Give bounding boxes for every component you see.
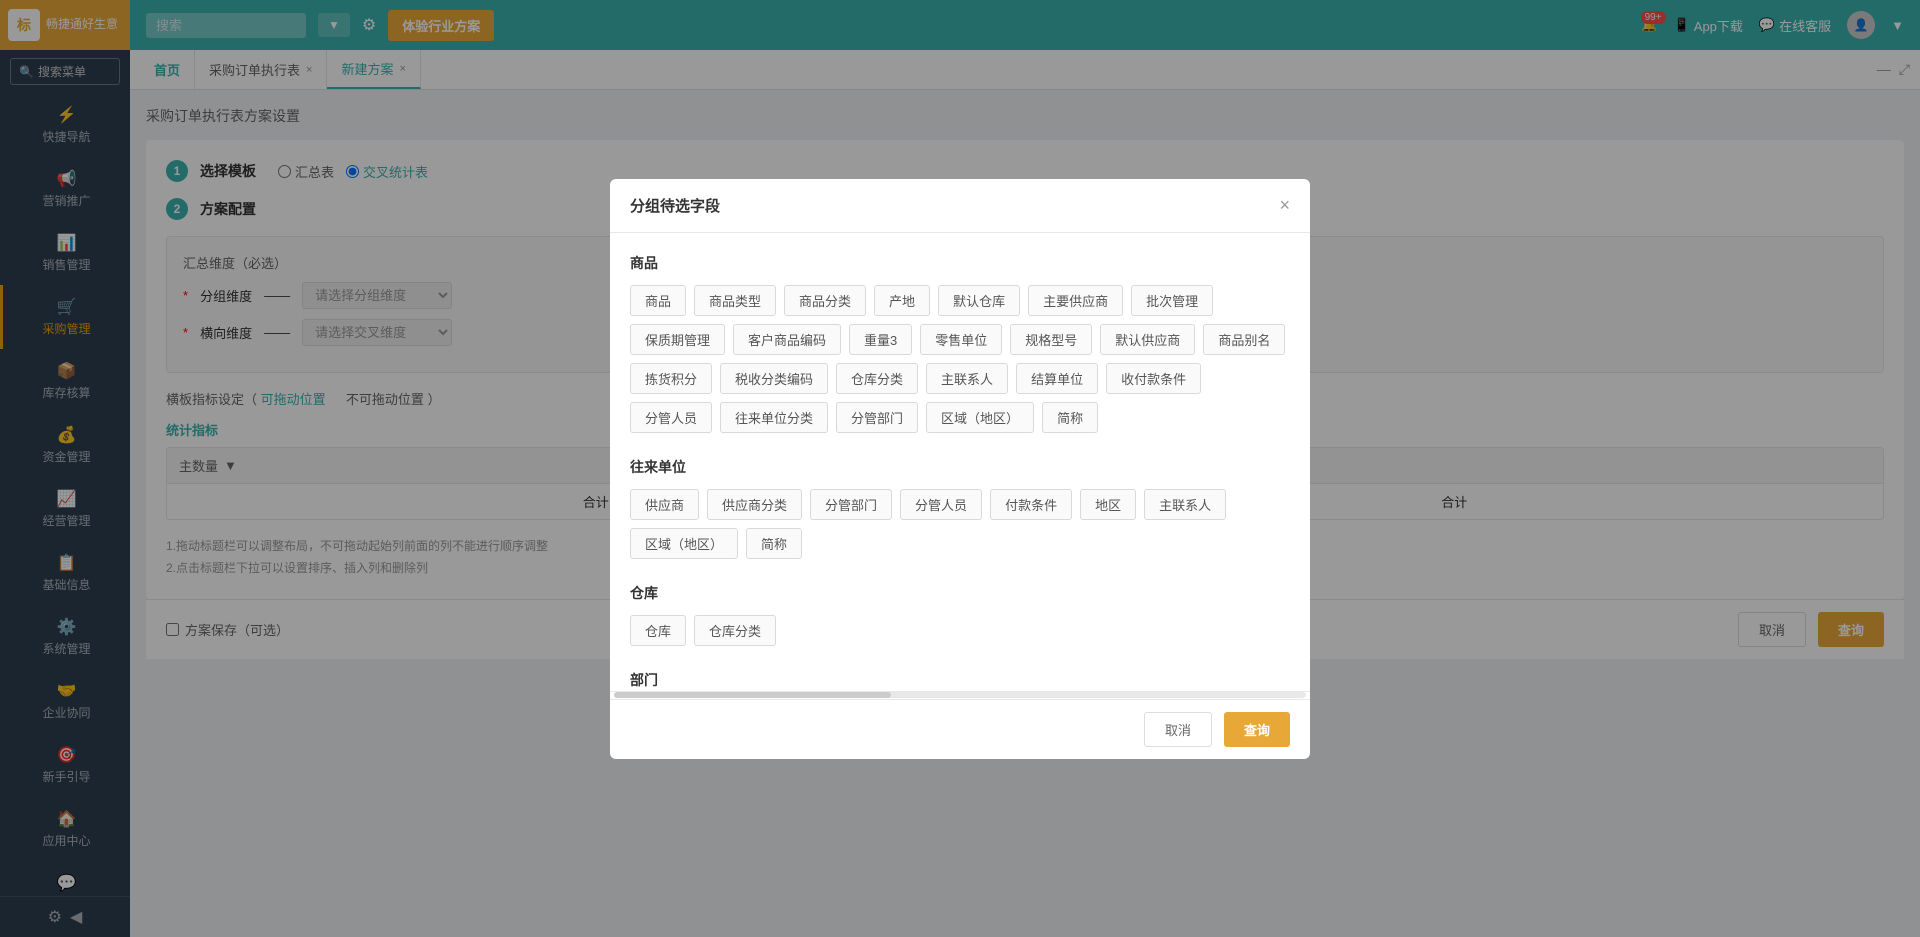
field-section-goods-title: 商品 bbox=[630, 253, 1290, 273]
field-tag-region2[interactable]: 地区 bbox=[1080, 489, 1136, 520]
field-tag-short-name[interactable]: 简称 bbox=[1042, 402, 1098, 433]
field-tag-supervisor2[interactable]: 分管人员 bbox=[900, 489, 982, 520]
field-section-counterpart-title: 往来单位 bbox=[630, 457, 1290, 477]
field-tag-settlement-unit[interactable]: 结算单位 bbox=[1016, 363, 1098, 394]
field-tag-pick-points[interactable]: 拣货积分 bbox=[630, 363, 712, 394]
modal-close-button[interactable]: × bbox=[1279, 195, 1290, 216]
field-tag-main-supplier[interactable]: 主要供应商 bbox=[1028, 285, 1123, 316]
field-tag-supplier[interactable]: 供应商 bbox=[630, 489, 699, 520]
field-tag-payment-terms2[interactable]: 付款条件 bbox=[990, 489, 1072, 520]
field-tag-main-contact[interactable]: 主联系人 bbox=[926, 363, 1008, 394]
modal-dialog: 分组待选字段 × 商品 商品 商品类型 商品分类 产地 默认仓库 主要供应商 批… bbox=[610, 179, 1310, 759]
field-tag-spec-model[interactable]: 规格型号 bbox=[1010, 324, 1092, 355]
field-tag-supervisor[interactable]: 分管人员 bbox=[630, 402, 712, 433]
field-section-dept: 部门 部门 bbox=[630, 670, 1290, 692]
field-tag-short-name2[interactable]: 简称 bbox=[746, 528, 802, 559]
field-tag-default-warehouse[interactable]: 默认仓库 bbox=[938, 285, 1020, 316]
modal-header: 分组待选字段 × bbox=[610, 179, 1310, 233]
modal-horizontal-scrollbar[interactable] bbox=[610, 691, 1310, 698]
field-tag-weight3[interactable]: 重量3 bbox=[849, 324, 912, 355]
field-tag-warehouse-category2[interactable]: 仓库分类 bbox=[694, 615, 776, 646]
field-tag-goods-category[interactable]: 商品分类 bbox=[784, 285, 866, 316]
modal-cancel-button[interactable]: 取消 bbox=[1144, 712, 1212, 747]
field-tag-batch-management[interactable]: 批次管理 bbox=[1131, 285, 1213, 316]
field-tag-counterpart-category[interactable]: 往来单位分类 bbox=[720, 402, 828, 433]
field-tag-customer-code[interactable]: 客户商品编码 bbox=[733, 324, 841, 355]
modal-confirm-button[interactable]: 查询 bbox=[1224, 712, 1290, 747]
field-tags-counterpart: 供应商 供应商分类 分管部门 分管人员 付款条件 地区 主联系人 区域（地区） … bbox=[630, 489, 1290, 559]
field-tag-supplier-category[interactable]: 供应商分类 bbox=[707, 489, 802, 520]
field-tag-goods-alias[interactable]: 商品别名 bbox=[1203, 324, 1285, 355]
field-tag-payment-terms[interactable]: 收付款条件 bbox=[1106, 363, 1201, 394]
hscroll-thumb[interactable] bbox=[614, 692, 891, 698]
modal-footer: 取消 查询 bbox=[610, 699, 1310, 759]
field-tags-warehouse: 仓库 仓库分类 bbox=[630, 615, 1290, 646]
field-tag-goods-type[interactable]: 商品类型 bbox=[694, 285, 776, 316]
field-tag-warehouse-category[interactable]: 仓库分类 bbox=[836, 363, 918, 394]
field-tag-managing-dept[interactable]: 分管部门 bbox=[836, 402, 918, 433]
field-tag-tax-code[interactable]: 税收分类编码 bbox=[720, 363, 828, 394]
field-tags-goods: 商品 商品类型 商品分类 产地 默认仓库 主要供应商 批次管理 保质期管理 客户… bbox=[630, 285, 1290, 433]
field-tag-goods[interactable]: 商品 bbox=[630, 285, 686, 316]
modal-title: 分组待选字段 bbox=[630, 195, 720, 216]
field-tag-retail-unit[interactable]: 零售单位 bbox=[920, 324, 1002, 355]
field-tag-region3[interactable]: 区域（地区） bbox=[630, 528, 738, 559]
field-tag-region[interactable]: 区域（地区） bbox=[926, 402, 1034, 433]
field-section-dept-title: 部门 bbox=[630, 670, 1290, 690]
field-tag-origin[interactable]: 产地 bbox=[874, 285, 930, 316]
field-section-warehouse: 仓库 仓库 仓库分类 bbox=[630, 583, 1290, 646]
field-tag-main-contact2[interactable]: 主联系人 bbox=[1144, 489, 1226, 520]
modal-body: 商品 商品 商品类型 商品分类 产地 默认仓库 主要供应商 批次管理 保质期管理… bbox=[610, 233, 1310, 692]
field-tag-warehouse[interactable]: 仓库 bbox=[630, 615, 686, 646]
field-section-goods: 商品 商品 商品类型 商品分类 产地 默认仓库 主要供应商 批次管理 保质期管理… bbox=[630, 253, 1290, 433]
field-section-warehouse-title: 仓库 bbox=[630, 583, 1290, 603]
field-tag-expiry-management[interactable]: 保质期管理 bbox=[630, 324, 725, 355]
modal-overlay: 分组待选字段 × 商品 商品 商品类型 商品分类 产地 默认仓库 主要供应商 批… bbox=[0, 0, 1920, 937]
field-tag-managing-dept2[interactable]: 分管部门 bbox=[810, 489, 892, 520]
field-section-counterpart: 往来单位 供应商 供应商分类 分管部门 分管人员 付款条件 地区 主联系人 区域… bbox=[630, 457, 1290, 559]
field-tag-default-supplier[interactable]: 默认供应商 bbox=[1100, 324, 1195, 355]
